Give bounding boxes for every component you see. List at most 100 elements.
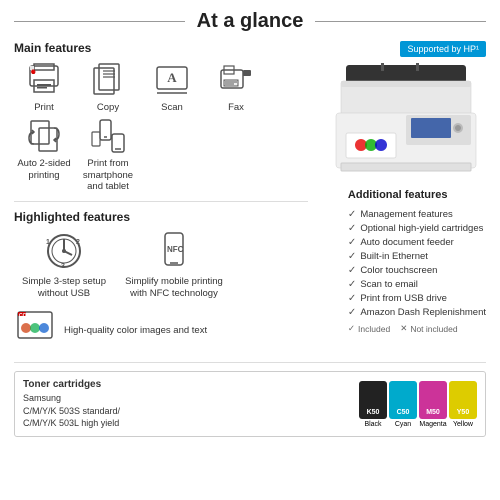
auto2sided-icon bbox=[26, 118, 62, 154]
left-column: Main features C O bbox=[14, 41, 308, 354]
copy-icon bbox=[90, 62, 126, 98]
additional-feature-label-4: Color touchscreen bbox=[360, 265, 437, 276]
additional-features-list: ✓ Management features ✓ Optional high-yi… bbox=[348, 207, 486, 319]
check-icon-0: ✓ bbox=[348, 209, 356, 220]
fax-icon-wrapper bbox=[217, 61, 255, 99]
toner-brand: Samsung bbox=[23, 393, 61, 403]
color-icon: COLOR bbox=[14, 308, 56, 350]
toner-header: Toner cartridges bbox=[23, 379, 101, 390]
label-black: Black bbox=[359, 421, 387, 428]
svg-text:A: A bbox=[167, 70, 177, 85]
smartphone-icon-wrapper bbox=[89, 117, 127, 155]
page-title-section: At a glance bbox=[14, 10, 486, 33]
feature-scan: A Scan bbox=[142, 61, 202, 113]
smartphone-label: Print from smartphone and tablet bbox=[78, 158, 138, 192]
cartridge-magenta-label: M50 bbox=[426, 409, 440, 416]
svg-text:3: 3 bbox=[61, 263, 65, 270]
main-features-grid: C O Print bbox=[14, 61, 308, 193]
cartridge-cyan: C50 bbox=[389, 381, 417, 419]
color-label: High-quality color images and text bbox=[64, 325, 207, 337]
toner-info: Toner cartridges Samsung C/M/Y/K 503S st… bbox=[23, 378, 351, 430]
setup-icon: 1 2 3 bbox=[43, 230, 85, 272]
check-icon-6: ✓ bbox=[348, 293, 356, 304]
cartridge-yellow: Y50 bbox=[449, 381, 477, 419]
right-column: Supported by HP¹ bbox=[316, 41, 486, 354]
cartridge-color-labels: Black Cyan Magenta Yellow bbox=[359, 421, 477, 428]
check-legend-icon: ✓ bbox=[348, 323, 355, 334]
toner-section: Toner cartridges Samsung C/M/Y/K 503S st… bbox=[14, 371, 486, 437]
check-icon-1: ✓ bbox=[348, 223, 356, 234]
color-highlight-row: COLOR High-quality color images and text bbox=[14, 308, 308, 354]
check-icon-5: ✓ bbox=[348, 279, 356, 290]
svg-text:NFC: NFC bbox=[167, 245, 184, 254]
scan-icon-wrapper: A bbox=[153, 61, 191, 99]
additional-features-header: Additional features bbox=[348, 189, 486, 201]
label-cyan: Cyan bbox=[389, 421, 417, 428]
additional-feature-label-6: Print from USB drive bbox=[360, 293, 447, 304]
additional-feature-2: ✓ Auto document feeder bbox=[348, 235, 486, 249]
feature-auto2sided: Auto 2-sided printing bbox=[14, 117, 74, 192]
feature-smartphone: Print from smartphone and tablet bbox=[78, 117, 138, 192]
legend-not-included-label: Not included bbox=[410, 324, 457, 334]
hp-badge: Supported by HP¹ bbox=[400, 41, 486, 57]
content-row: Main features C O bbox=[14, 41, 486, 354]
scan-icon: A bbox=[154, 62, 190, 98]
svg-text:2: 2 bbox=[76, 239, 80, 246]
copy-label: Copy bbox=[97, 102, 119, 113]
highlighted-features-header: Highlighted features bbox=[14, 210, 308, 224]
print-icon: C O bbox=[26, 62, 62, 98]
cartridge-black: K50 bbox=[359, 381, 387, 419]
cartridge-magenta: M50 bbox=[419, 381, 447, 419]
additional-feature-label-7: Amazon Dash Replenishment bbox=[360, 307, 486, 318]
additional-feature-4: ✓ Color touchscreen bbox=[348, 263, 486, 277]
check-icon-4: ✓ bbox=[348, 265, 356, 276]
legend-included-label: Included bbox=[358, 324, 390, 334]
check-icon-2: ✓ bbox=[348, 237, 356, 248]
feature-copy: Copy bbox=[78, 61, 138, 113]
cartridge-images: K50 C50 M50 Y50 bbox=[359, 381, 477, 419]
highlight-nfc: NFC Simplify mobile printing with NFC te… bbox=[124, 230, 224, 301]
print-label: Print bbox=[34, 102, 54, 113]
fax-icon bbox=[218, 62, 254, 98]
svg-text:1: 1 bbox=[46, 239, 50, 246]
additional-feature-label-0: Management features bbox=[360, 209, 452, 220]
highlight-setup: 1 2 3 Simple 3-step setup without USB bbox=[14, 230, 114, 301]
title-line-left bbox=[14, 21, 185, 22]
feature-fax: Fax bbox=[206, 61, 266, 113]
feature-print: C O Print bbox=[14, 61, 74, 113]
svg-text:O: O bbox=[31, 70, 36, 76]
label-yellow: Yellow bbox=[449, 421, 477, 428]
divider-2 bbox=[14, 362, 486, 363]
divider-1 bbox=[14, 201, 308, 202]
title-line-right bbox=[315, 21, 486, 22]
cartridge-yellow-label: Y50 bbox=[457, 409, 469, 416]
check-icon-7: ✓ bbox=[348, 307, 356, 318]
additional-feature-label-5: Scan to email bbox=[360, 279, 418, 290]
color-icon-wrapper: COLOR bbox=[14, 308, 56, 350]
additional-feature-label-2: Auto document feeder bbox=[360, 237, 453, 248]
print-icon-wrapper: C O bbox=[25, 61, 63, 99]
x-legend-icon: ✕ bbox=[400, 323, 407, 334]
additional-feature-3: ✓ Built-in Ethernet bbox=[348, 249, 486, 263]
svg-text:COLOR: COLOR bbox=[19, 313, 37, 319]
toner-model1: C/M/Y/K 503S standard/ bbox=[23, 406, 120, 416]
nfc-icon: NFC bbox=[153, 230, 195, 272]
additional-feature-label-1: Optional high-yield cartridges bbox=[360, 223, 483, 234]
main-features-header: Main features bbox=[14, 41, 308, 55]
setup-label: Simple 3-step setup without USB bbox=[14, 276, 114, 301]
check-icon-3: ✓ bbox=[348, 251, 356, 262]
auto2sided-icon-wrapper bbox=[25, 117, 63, 155]
additional-feature-7: ✓ Amazon Dash Replenishment bbox=[348, 305, 486, 319]
setup-icon-wrapper: 1 2 3 bbox=[43, 230, 85, 272]
legend-not-included: ✕ Not included bbox=[400, 323, 457, 334]
scan-label: Scan bbox=[161, 102, 183, 113]
additional-features: Additional features ✓ Management feature… bbox=[348, 189, 486, 334]
printer-svg bbox=[326, 63, 486, 183]
label-magenta: Magenta bbox=[419, 421, 447, 428]
nfc-icon-wrapper: NFC bbox=[153, 230, 195, 272]
copy-icon-wrapper bbox=[89, 61, 127, 99]
cartridge-image-area: K50 C50 M50 Y50 Black Cyan Magenta Yello… bbox=[359, 381, 477, 428]
cartridge-cyan-label: C50 bbox=[397, 409, 410, 416]
additional-feature-6: ✓ Print from USB drive bbox=[348, 291, 486, 305]
legend: ✓ Included ✕ Not included bbox=[348, 323, 486, 334]
